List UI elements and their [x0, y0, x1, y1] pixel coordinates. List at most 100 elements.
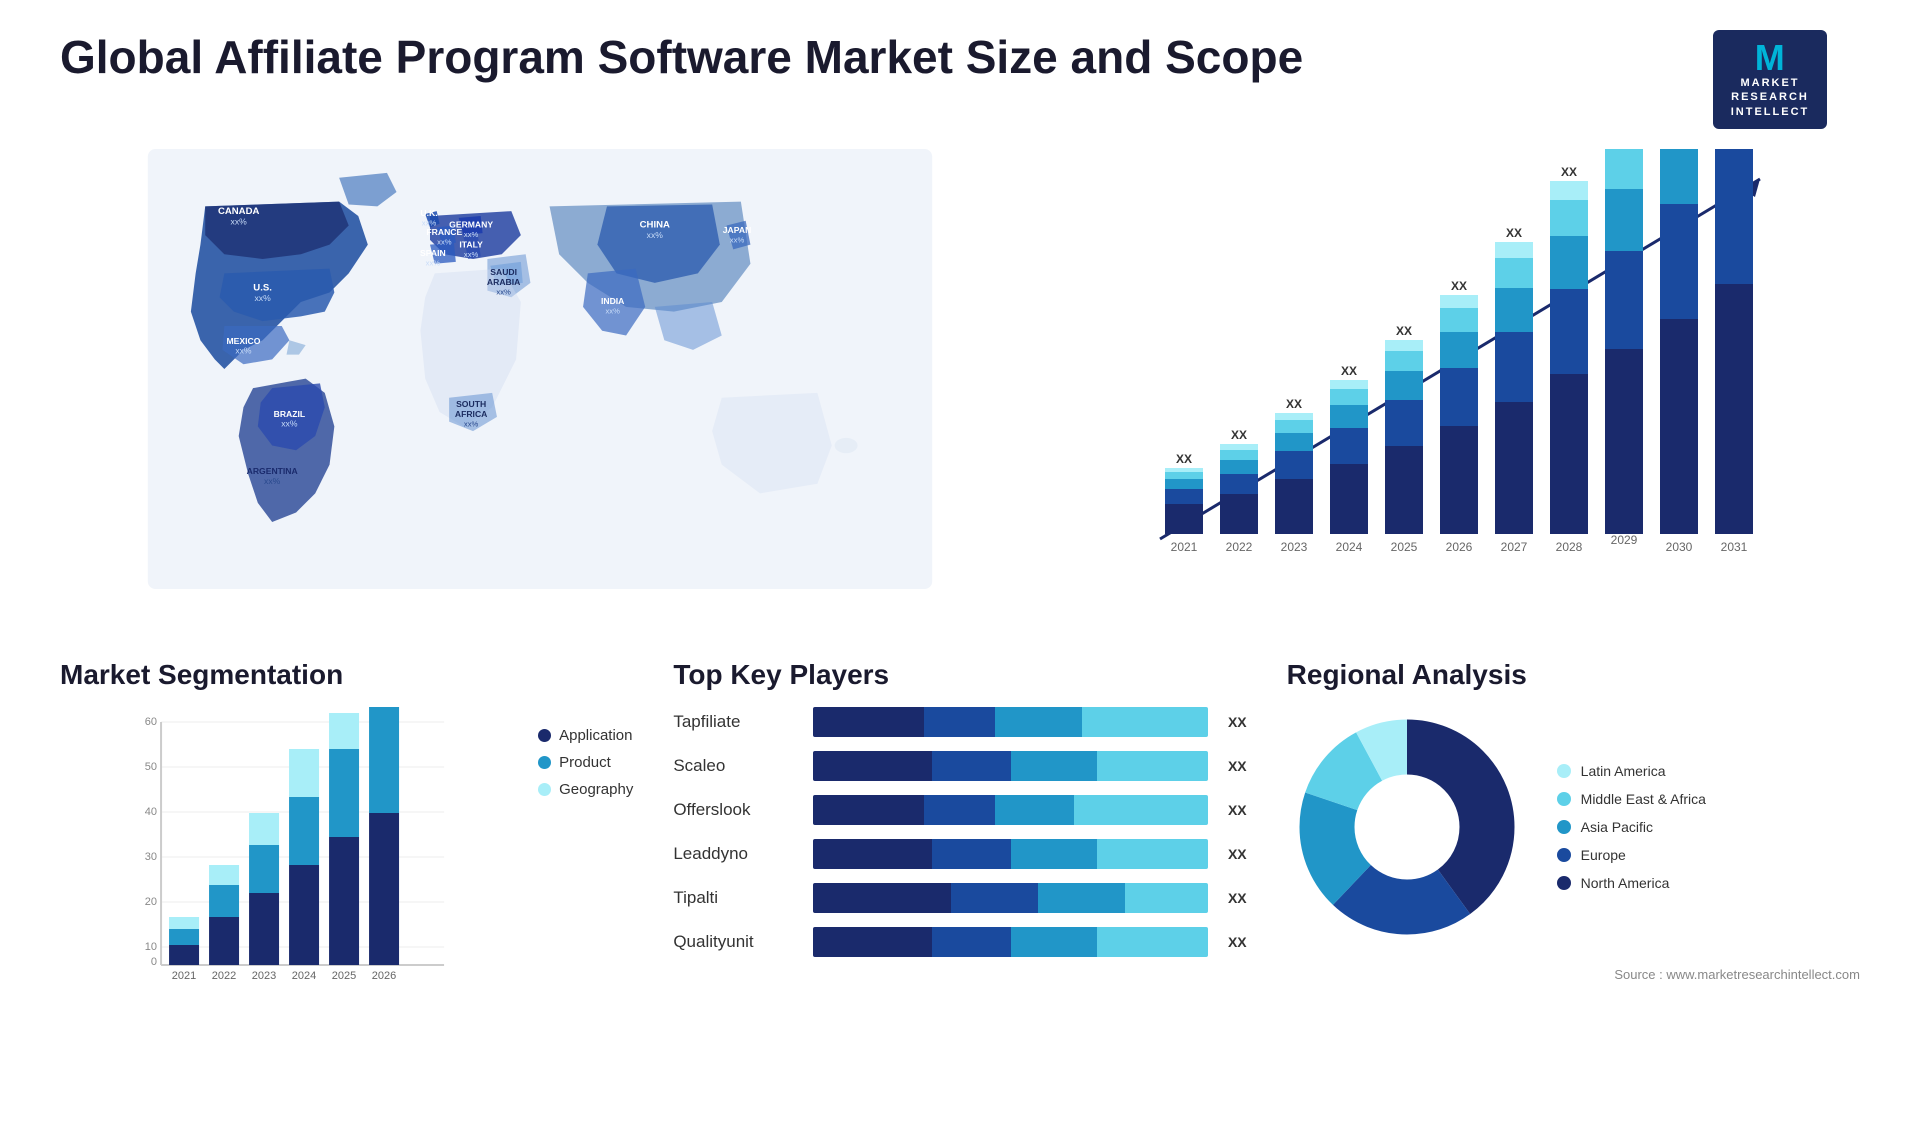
bar-seg	[1082, 707, 1208, 737]
player-name-scaleo: Scaleo	[673, 756, 803, 776]
seg-legend-product: Product	[538, 754, 633, 771]
bar-seg	[1011, 839, 1098, 869]
growth-chart-svg: XX 2021 XX 2022 XX	[1060, 149, 1860, 589]
svg-text:xx%: xx%	[464, 230, 479, 239]
key-players-title: Top Key Players	[673, 659, 1246, 691]
player-name-offerslook: Offerslook	[673, 800, 803, 820]
bar-seg	[813, 883, 951, 913]
player-offerslook: Offerslook XX	[673, 795, 1246, 825]
bar-seg	[813, 707, 923, 737]
app-label: Application	[559, 727, 632, 744]
player-scaleo: Scaleo XX	[673, 751, 1246, 781]
svg-text:xx%: xx%	[231, 216, 248, 226]
bar-offerslook	[813, 795, 1208, 825]
bar-seg	[932, 751, 1011, 781]
svg-text:2026: 2026	[372, 970, 396, 982]
svg-text:XX: XX	[1506, 226, 1522, 240]
svg-text:xx%: xx%	[647, 230, 664, 240]
svg-text:2021: 2021	[1171, 540, 1198, 554]
bar-seg	[924, 795, 995, 825]
logo-line1: MARKET	[1731, 76, 1810, 90]
svg-text:2027: 2027	[1501, 540, 1528, 554]
growth-chart-wrapper: XX 2021 XX 2022 XX	[1060, 149, 1860, 589]
bar-seg	[813, 839, 931, 869]
donut-svg	[1287, 707, 1527, 947]
svg-text:AFRICA: AFRICA	[455, 409, 487, 419]
legend-europe: Europe	[1557, 847, 1706, 863]
svg-text:2031: 2031	[1721, 540, 1748, 554]
bar-seg	[932, 927, 1011, 957]
svg-text:2028: 2028	[1556, 540, 1583, 554]
player-name-qualityunit: Qualityunit	[673, 932, 803, 952]
regional-title: Regional Analysis	[1287, 659, 1860, 691]
svg-text:GERMANY: GERMANY	[449, 219, 493, 229]
svg-text:2030: 2030	[1666, 540, 1693, 554]
bar-seg	[813, 927, 931, 957]
player-xx: XX	[1228, 802, 1247, 818]
source-text: Source : www.marketresearchintellect.com	[1287, 967, 1860, 982]
svg-text:XX: XX	[1341, 364, 1357, 378]
svg-text:U.S.: U.S.	[253, 282, 272, 293]
svg-text:xx%: xx%	[496, 287, 511, 296]
players-list: Tapfiliate XX Scaleo	[673, 707, 1246, 957]
player-tapfiliate: Tapfiliate XX	[673, 707, 1246, 737]
svg-text:20: 20	[145, 896, 157, 908]
legend-label-europe: Europe	[1581, 847, 1626, 863]
logo-area: M MARKET RESEARCH INTELLECT	[1680, 30, 1860, 129]
bar-seg	[813, 795, 923, 825]
legend-label-na: North America	[1581, 875, 1670, 891]
svg-text:2021: 2021	[172, 970, 196, 982]
player-name-tipalti: Tipalti	[673, 888, 803, 908]
svg-text:JAPAN: JAPAN	[723, 225, 752, 235]
bar-seg	[813, 751, 931, 781]
bar-seg	[951, 883, 1038, 913]
svg-text:xx%: xx%	[426, 259, 441, 268]
svg-text:U.K.: U.K.	[420, 208, 437, 218]
svg-text:CANADA: CANADA	[218, 206, 259, 217]
svg-text:2024: 2024	[1336, 540, 1363, 554]
bar-seg	[1074, 795, 1208, 825]
legend-north-america: North America	[1557, 875, 1706, 891]
bar-scaleo	[813, 751, 1208, 781]
map-svg: CANADA xx% U.S. xx% MEXICO xx% BRAZIL xx…	[60, 149, 1020, 589]
svg-text:ARGENTINA: ARGENTINA	[247, 466, 298, 476]
prod-dot	[538, 756, 551, 769]
seg-legend: Application Product Geography	[538, 727, 633, 798]
page-title: Global Affiliate Program Software Market…	[60, 30, 1303, 85]
svg-text:SAUDI: SAUDI	[490, 267, 517, 277]
map-section: CANADA xx% U.S. xx% MEXICO xx% BRAZIL xx…	[60, 149, 1020, 629]
seg-chart: 60 50 40 30 20 10 0	[60, 707, 518, 992]
svg-text:2025: 2025	[332, 970, 356, 982]
segmentation-section: Market Segmentation 60 50 40 30 20 10 0	[60, 659, 633, 992]
legend-label-mea: Middle East & Africa	[1581, 791, 1706, 807]
player-xx: XX	[1228, 846, 1247, 862]
page: Global Affiliate Program Software Market…	[0, 0, 1920, 1146]
bar-seg	[995, 707, 1082, 737]
world-map: CANADA xx% U.S. xx% MEXICO xx% BRAZIL xx…	[60, 149, 1020, 629]
svg-text:SPAIN: SPAIN	[420, 248, 446, 258]
svg-text:xx%: xx%	[281, 418, 298, 428]
svg-text:xx%: xx%	[235, 346, 252, 356]
bar-seg	[932, 839, 1011, 869]
logo-line2: RESEARCH	[1731, 90, 1810, 104]
svg-text:BRAZIL: BRAZIL	[274, 409, 306, 419]
seg-chart-svg: 60 50 40 30 20 10 0	[60, 707, 518, 987]
legend-label-latin: Latin America	[1581, 763, 1666, 779]
bar-seg	[995, 795, 1074, 825]
svg-text:XX: XX	[1561, 165, 1577, 179]
svg-text:30: 30	[145, 851, 157, 863]
svg-text:2024: 2024	[292, 970, 316, 982]
svg-text:xx%: xx%	[464, 250, 479, 259]
legend-mea: Middle East & Africa	[1557, 791, 1706, 807]
svg-text:60: 60	[145, 716, 157, 728]
svg-text:xx%: xx%	[254, 293, 271, 303]
svg-text:2023: 2023	[252, 970, 276, 982]
svg-text:xx%: xx%	[605, 306, 620, 315]
geo-dot	[538, 783, 551, 796]
legend-dot-latin	[1557, 764, 1571, 778]
bar-qualityunit	[813, 927, 1208, 957]
segmentation-title: Market Segmentation	[60, 659, 633, 691]
legend-dot-asia	[1557, 820, 1571, 834]
prod-label: Product	[559, 754, 611, 771]
svg-text:40: 40	[145, 806, 157, 818]
